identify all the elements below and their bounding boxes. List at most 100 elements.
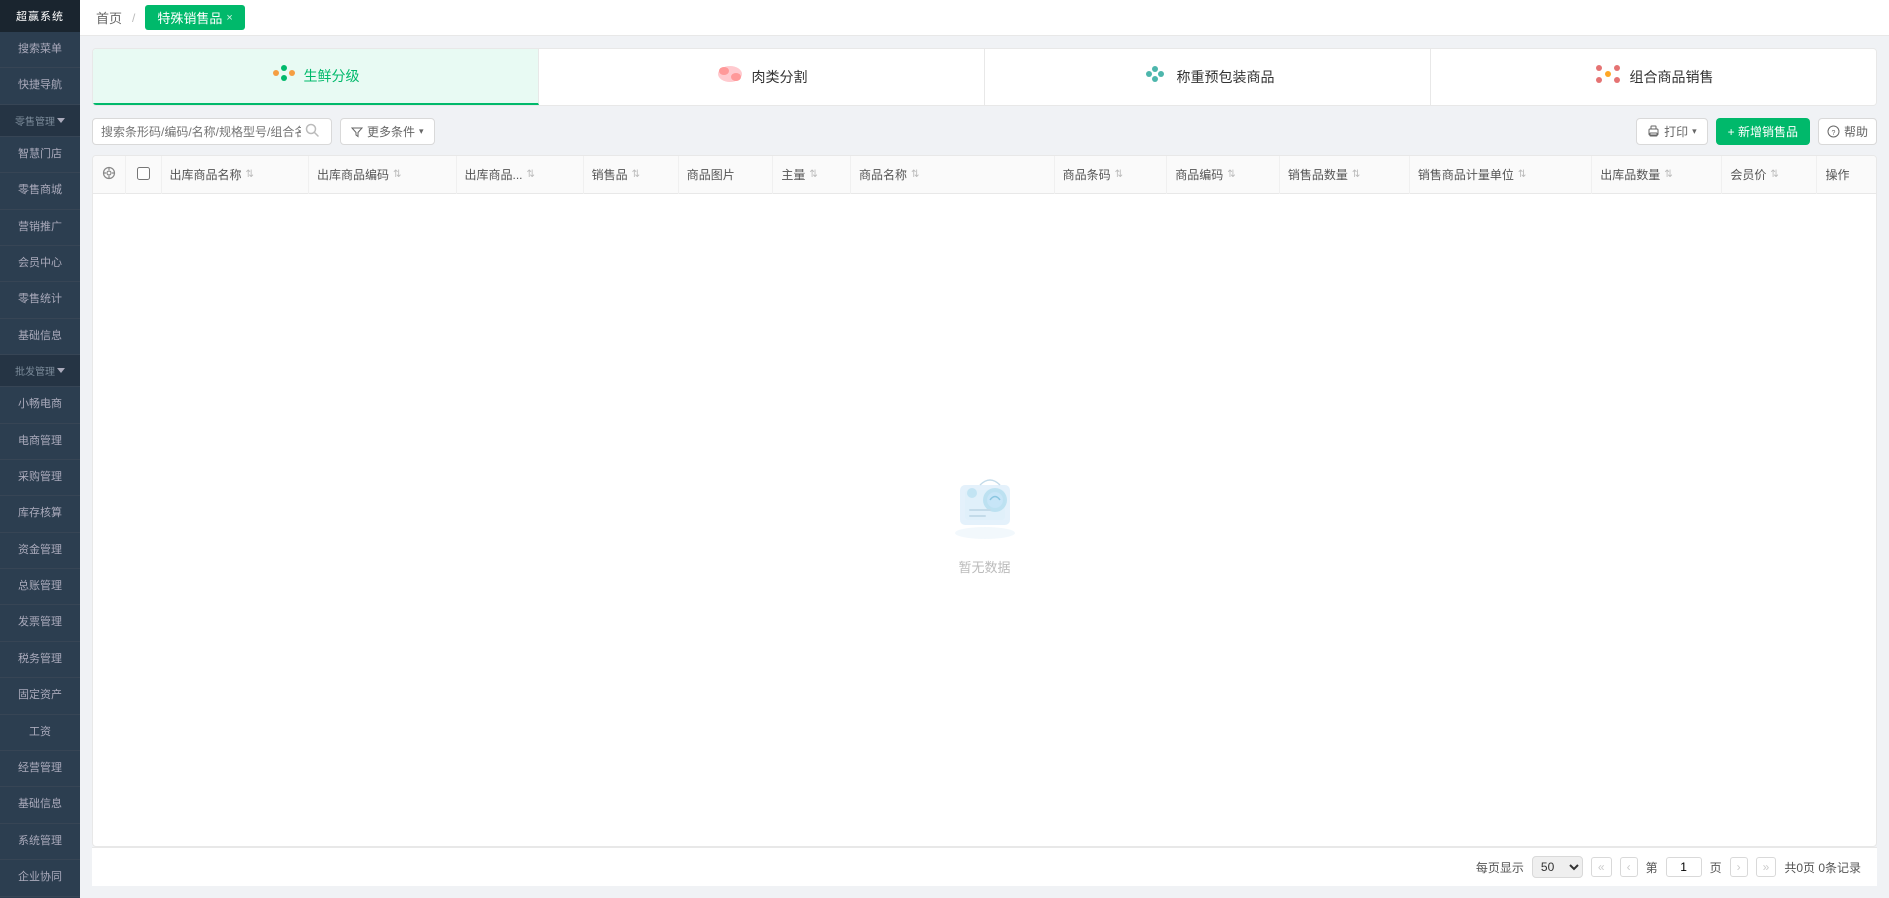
- topbar: 首页 / 特殊销售品 ×: [80, 0, 1889, 36]
- sidebar-item-quick-nav[interactable]: 快捷导航: [0, 68, 80, 104]
- sidebar-item-label: 固定资产: [18, 689, 62, 701]
- sidebar-item-sales-promo[interactable]: 营销推广: [0, 210, 80, 246]
- breadcrumb-separator: /: [132, 11, 135, 25]
- sidebar-item-label: 基础信息: [18, 330, 62, 342]
- sidebar-item-wages[interactable]: 工资: [0, 715, 80, 751]
- toolbar-left: 更多条件 ▾: [92, 118, 435, 145]
- svg-text:?: ?: [1832, 130, 1836, 137]
- sidebar-item-fixed-assets[interactable]: 固定资产: [0, 678, 80, 714]
- sidebar-item-capital-mgmt[interactable]: 资金管理: [0, 533, 80, 569]
- th-settings[interactable]: [93, 156, 125, 194]
- sort-icon[interactable]: ⇅: [1115, 169, 1123, 180]
- toolbar: 更多条件 ▾ 打印 ▾ + 新增销售品: [92, 118, 1877, 145]
- sidebar-item-system-mgmt[interactable]: 系统管理: [0, 824, 80, 860]
- sidebar-item-label: 小畅电商: [18, 398, 62, 410]
- sort-icon[interactable]: ⇅: [1664, 169, 1672, 180]
- th-out-product-info-label: 出库商品...: [465, 166, 523, 183]
- th-out-qty-label: 出库品数量: [1600, 166, 1660, 183]
- chevron-down-icon: [57, 368, 65, 373]
- sidebar-item-retail-mall[interactable]: 零售商城: [0, 173, 80, 209]
- sidebar-item-retail-mgmt[interactable]: 零售管理: [0, 105, 80, 137]
- th-out-product-name: 出库商品名称 ⇅: [161, 156, 309, 194]
- sort-icon[interactable]: ⇅: [393, 169, 401, 180]
- sidebar-item-label: 经营管理: [18, 762, 62, 774]
- th-product-image: 商品图片: [678, 156, 773, 194]
- sidebar-item-ops-mgmt[interactable]: 经营管理: [0, 751, 80, 787]
- sidebar-item-purchase-mgmt[interactable]: 采购管理: [0, 460, 80, 496]
- prev-page-button[interactable]: ‹: [1620, 857, 1638, 877]
- th-product-name: 商品名称 ⇅: [851, 156, 1055, 194]
- sort-icon[interactable]: ⇅: [911, 169, 919, 180]
- search-input[interactable]: [101, 125, 301, 139]
- print-button[interactable]: 打印 ▾: [1636, 118, 1708, 145]
- sidebar-item-basic-info2[interactable]: 基础信息: [0, 787, 80, 823]
- data-table: 出库商品名称 ⇅ 出库商品编码 ⇅: [93, 156, 1876, 194]
- sidebar-item-search-menu[interactable]: 搜索菜单: [0, 32, 80, 68]
- sidebar-item-label: 快捷导航: [18, 79, 62, 91]
- select-all-checkbox[interactable]: [137, 167, 150, 180]
- cat-tab-weigh-prepack[interactable]: 称重预包装商品: [985, 49, 1431, 105]
- sidebar-item-general-ledger[interactable]: 总账管理: [0, 569, 80, 605]
- page-label-prefix: 第: [1646, 859, 1658, 876]
- sidebar-item-inventory[interactable]: 库存核算: [0, 496, 80, 532]
- sidebar-item-retail-stats[interactable]: 零售统计: [0, 282, 80, 318]
- sort-icon[interactable]: ⇅: [1227, 169, 1235, 180]
- cat-tab-fresh-grade[interactable]: 生鲜分级: [93, 49, 539, 105]
- sidebar-item-basic-info[interactable]: 基础信息: [0, 319, 80, 355]
- sidebar-item-member-center[interactable]: 会员中心: [0, 246, 80, 282]
- sidebar-item-tax-mgmt[interactable]: 税务管理: [0, 642, 80, 678]
- sidebar-item-label: 采购管理: [18, 471, 62, 483]
- tab-close-button[interactable]: ×: [226, 12, 232, 24]
- th-sales-product: 销售品 ⇅: [583, 156, 678, 194]
- th-sales-qty: 销售品数量 ⇅: [1279, 156, 1409, 194]
- sort-icon[interactable]: ⇅: [1352, 169, 1360, 180]
- sidebar-item-batch-mgmt[interactable]: 批发管理: [0, 355, 80, 387]
- cat-tab-meat-cut[interactable]: 肉类分割: [539, 49, 985, 105]
- th-checkbox[interactable]: [125, 156, 161, 194]
- next-page-button[interactable]: ›: [1730, 857, 1748, 877]
- th-out-qty: 出库品数量 ⇅: [1592, 156, 1722, 194]
- sidebar-item-ecommerce-mgmt[interactable]: 电商管理: [0, 424, 80, 460]
- th-product-code: 商品编码 ⇅: [1167, 156, 1280, 194]
- help-button[interactable]: ? 帮助: [1818, 118, 1877, 145]
- sort-icon[interactable]: ⇅: [632, 169, 640, 180]
- sidebar-logo: 超赢系统: [0, 0, 80, 32]
- chevron-down-icon: ▾: [419, 126, 424, 137]
- sidebar-item-label: 智慧门店: [18, 148, 62, 160]
- search-box[interactable]: [92, 118, 332, 145]
- sidebar-item-enterprise-collab[interactable]: 企业协同: [0, 860, 80, 896]
- first-page-button[interactable]: «: [1591, 857, 1612, 877]
- sort-icon[interactable]: ⇅: [527, 169, 535, 180]
- th-operation-label: 操作: [1825, 168, 1849, 182]
- add-button[interactable]: + 新增销售品: [1716, 118, 1810, 145]
- sort-icon[interactable]: ⇅: [246, 169, 254, 180]
- sidebar-item-label: 基础信息: [18, 798, 62, 810]
- filter-label: 更多条件: [367, 123, 415, 140]
- current-page-input[interactable]: [1666, 857, 1702, 877]
- search-icon[interactable]: [305, 123, 319, 140]
- sidebar-item-invoice-mgmt[interactable]: 发票管理: [0, 605, 80, 641]
- last-page-button[interactable]: »: [1756, 857, 1777, 877]
- per-page-select[interactable]: 10 20 50 100: [1532, 856, 1583, 878]
- main-content: 首页 / 特殊销售品 × 生鲜分级: [80, 0, 1889, 898]
- sidebar-item-smart-store[interactable]: 智慧门店: [0, 137, 80, 173]
- th-sales-unit-label: 销售商品计量单位: [1418, 166, 1514, 183]
- th-member-price: 会员价 ⇅: [1722, 156, 1817, 194]
- sidebar: 超赢系统 搜索菜单 快捷导航 零售管理 智慧门店 零售商城 营销推广 会员中心 …: [0, 0, 80, 898]
- th-member-price-label: 会员价: [1730, 166, 1766, 183]
- table-scroll[interactable]: 出库商品名称 ⇅ 出库商品编码 ⇅: [93, 156, 1876, 194]
- sidebar-item-label: 搜索菜单: [18, 43, 62, 55]
- empty-state: 暂无数据: [93, 194, 1876, 846]
- print-icon: [1647, 125, 1660, 138]
- sort-icon[interactable]: ⇅: [809, 169, 817, 180]
- sidebar-item-label: 零售统计: [18, 293, 62, 305]
- th-out-product-info: 出库商品... ⇅: [456, 156, 583, 194]
- active-tab[interactable]: 特殊销售品 ×: [145, 5, 244, 30]
- sort-icon[interactable]: ⇅: [1518, 169, 1526, 180]
- sort-icon[interactable]: ⇅: [1770, 169, 1778, 180]
- weigh-prepack-icon: [1141, 63, 1169, 91]
- sidebar-item-mini-program[interactable]: 小畅电商: [0, 387, 80, 423]
- cat-tab-combo-sales[interactable]: 组合商品销售: [1431, 49, 1876, 105]
- filter-button[interactable]: 更多条件 ▾: [340, 118, 435, 145]
- breadcrumb-home[interactable]: 首页: [96, 8, 122, 27]
